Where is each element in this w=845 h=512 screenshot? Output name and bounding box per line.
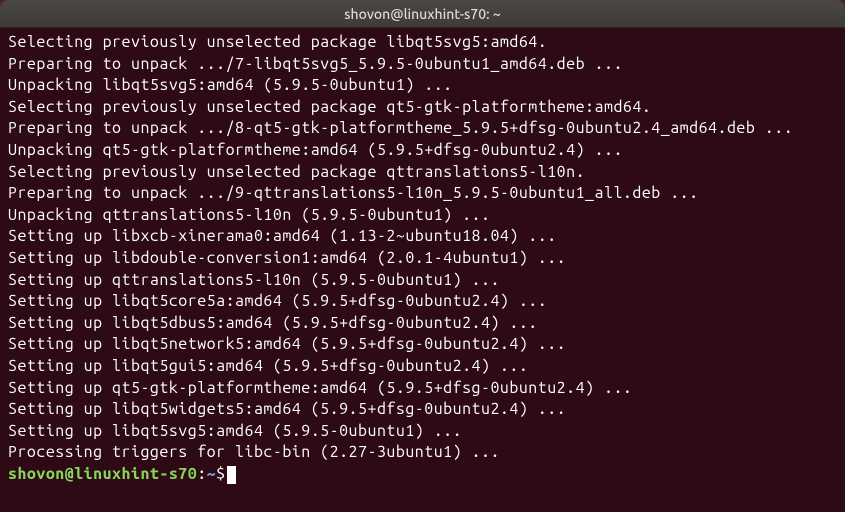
terminal-output-line: Processing triggers for libc-bin (2.27-3… (8, 442, 837, 464)
terminal-output-line: Setting up libqt5network5:amd64 (5.9.5+d… (8, 334, 837, 356)
terminal-output-line: Preparing to unpack .../9-qttranslations… (8, 183, 837, 205)
terminal-output-line: Setting up libqt5widgets5:amd64 (5.9.5+d… (8, 399, 837, 421)
terminal-output-line: Setting up libdouble-conversion1:amd64 (… (8, 248, 837, 270)
terminal-output-line: Preparing to unpack .../7-libqt5svg5_5.9… (8, 54, 837, 76)
terminal-output-line: Preparing to unpack .../8-qt5-gtk-platfo… (8, 118, 837, 140)
terminal-output-line: Setting up qttranslations5-l10n (5.9.5-0… (8, 270, 837, 292)
terminal-output-line: Unpacking libqt5svg5:amd64 (5.9.5-0ubunt… (8, 75, 837, 97)
terminal-output-line: Setting up libqt5core5a:amd64 (5.9.5+dfs… (8, 291, 837, 313)
terminal-output-line: Setting up libqt5svg5:amd64 (5.9.5-0ubun… (8, 421, 837, 443)
terminal-output-line: Unpacking qt5-gtk-platformtheme:amd64 (5… (8, 140, 837, 162)
terminal-output-line: Setting up libqt5gui5:amd64 (5.9.5+dfsg-… (8, 356, 837, 378)
window-title: shovon@linuxhint-s70: ~ (344, 6, 501, 22)
terminal-output-line: Selecting previously unselected package … (8, 162, 837, 184)
cursor-icon (227, 466, 236, 484)
terminal-prompt[interactable]: shovon@linuxhint-s70:~$ (8, 464, 837, 486)
prompt-user-host: shovon@linuxhint-s70 (8, 464, 197, 486)
terminal-output-line: Setting up qt5-gtk-platformtheme:amd64 (… (8, 378, 837, 400)
prompt-path: ~ (207, 464, 216, 486)
terminal-output-line: Selecting previously unselected package … (8, 32, 837, 54)
terminal-output-line: Unpacking qttranslations5-l10n (5.9.5-0u… (8, 205, 837, 227)
prompt-colon: : (197, 464, 206, 486)
terminal-output-line: Setting up libxcb-xinerama0:amd64 (1.13-… (8, 226, 837, 248)
terminal-body[interactable]: Selecting previously unselected package … (0, 28, 845, 512)
prompt-dollar: $ (216, 464, 225, 486)
terminal-output-line: Selecting previously unselected package … (8, 97, 837, 119)
terminal-window: shovon@linuxhint-s70: ~ Selecting previo… (0, 0, 845, 512)
terminal-output-line: Setting up libqt5dbus5:amd64 (5.9.5+dfsg… (8, 313, 837, 335)
titlebar[interactable]: shovon@linuxhint-s70: ~ (0, 0, 845, 28)
